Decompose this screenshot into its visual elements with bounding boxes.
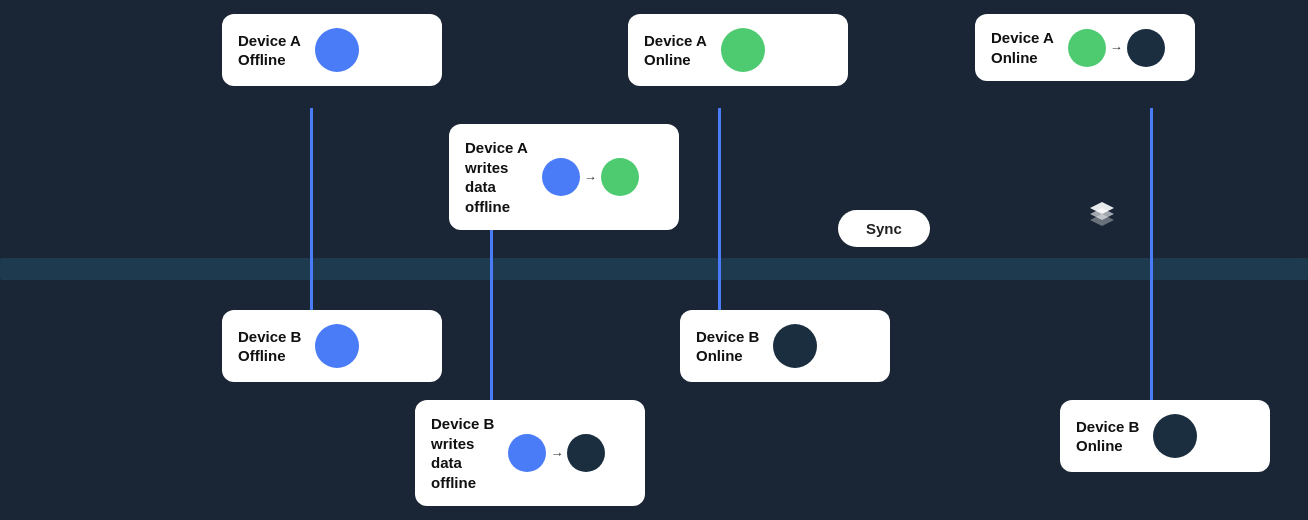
card-device-a-online-2-label: Device A Online xyxy=(991,28,1054,67)
sync-pill: Sync xyxy=(838,210,930,247)
card-device-a-writes: Device A writes data offline → xyxy=(449,124,679,230)
dot-blue-a-offline xyxy=(315,28,359,72)
dot-blue-b-writes xyxy=(508,434,546,472)
vline-4 xyxy=(1150,108,1153,260)
card-device-b-online-2-label: Device B Online xyxy=(1076,417,1139,456)
card-device-b-online-1-label: Device B Online xyxy=(696,327,759,366)
card-device-a-online-2: Device A Online → xyxy=(975,14,1195,81)
dot-green-online1 xyxy=(721,28,765,72)
card-device-a-online-1: Device A Online xyxy=(628,14,848,86)
dot-blue-b-offline xyxy=(315,324,359,368)
card-device-a-online-1-label: Device A Online xyxy=(644,31,707,70)
dot-dark-b-online1 xyxy=(773,324,817,368)
dot-dark-b-writes xyxy=(567,434,605,472)
vline-3 xyxy=(718,108,721,260)
svg-marker-2 xyxy=(1090,214,1114,226)
card-device-b-writes-label: Device B writes data offline xyxy=(431,414,494,492)
card-device-b-online-1: Device B Online xyxy=(680,310,890,382)
dot-dark-online2 xyxy=(1127,29,1165,67)
card-device-a-offline-label: Device A Offline xyxy=(238,31,301,70)
sync-label: Sync xyxy=(866,220,902,237)
card-device-a-offline: Device A Offline xyxy=(222,14,442,86)
dot-pair-a-online2: → xyxy=(1068,29,1165,67)
arrow-online2: → xyxy=(1110,40,1123,55)
card-device-b-online-2: Device B Online xyxy=(1060,400,1270,472)
card-device-a-writes-label: Device A writes data offline xyxy=(465,138,528,216)
card-device-b-offline-label: Device B Offline xyxy=(238,327,301,366)
dot-green-online2 xyxy=(1068,29,1106,67)
card-device-b-writes: Device B writes data offline → xyxy=(415,400,645,506)
vline-1 xyxy=(310,108,313,260)
dot-blue-writes xyxy=(542,158,580,196)
arrow-b-writes: → xyxy=(550,446,563,461)
arrow-writes: → xyxy=(584,170,597,185)
card-device-b-offline: Device B Offline xyxy=(222,310,442,382)
timeline-bar xyxy=(0,258,1308,280)
dot-green-writes xyxy=(601,158,639,196)
dot-pair-a-writes: → xyxy=(542,158,639,196)
dot-pair-b-writes: → xyxy=(508,434,605,472)
layers-icon xyxy=(1086,198,1118,230)
vline-4b xyxy=(1150,258,1153,423)
dot-dark-b-online2 xyxy=(1153,414,1197,458)
